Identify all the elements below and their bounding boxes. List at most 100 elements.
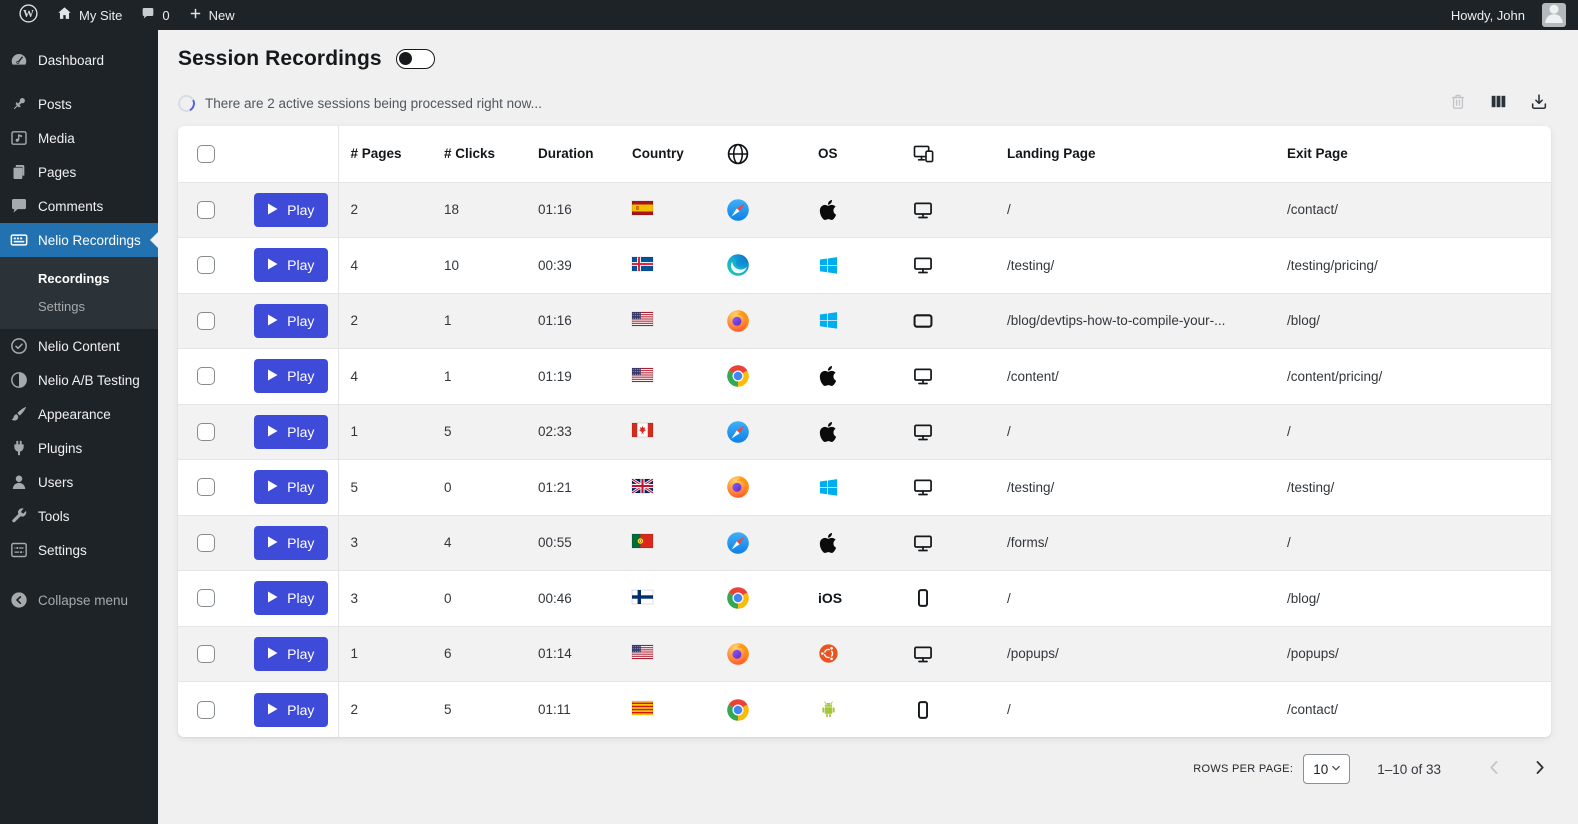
clicks-cell: 10 bbox=[444, 257, 460, 273]
row-checkbox[interactable] bbox=[197, 256, 215, 275]
clicks-cell: 5 bbox=[444, 424, 452, 440]
landing-page-cell: / bbox=[1007, 202, 1011, 218]
sidebar-item-label: Settings bbox=[38, 542, 87, 558]
row-checkbox[interactable] bbox=[197, 200, 215, 219]
duration-cell: 01:14 bbox=[538, 646, 572, 662]
columns-button[interactable] bbox=[1487, 90, 1510, 116]
row-checkbox[interactable] bbox=[197, 422, 215, 441]
play-button[interactable]: Play bbox=[253, 470, 328, 505]
duration-cell: 01:19 bbox=[538, 368, 572, 384]
sidebar-item-label: Tools bbox=[38, 508, 70, 524]
comments-counter[interactable]: 0 bbox=[131, 0, 178, 30]
pages-cell: 2 bbox=[350, 702, 359, 717]
sidebar-submenu: Recordings Settings bbox=[0, 257, 158, 329]
country-cell bbox=[620, 182, 714, 238]
column-header-clicks[interactable]: # Clicks bbox=[432, 126, 526, 182]
sidebar-item-comments[interactable]: Comments bbox=[0, 189, 158, 223]
play-button[interactable]: Play bbox=[253, 581, 328, 616]
avatar[interactable] bbox=[1542, 3, 1566, 27]
clicks-cell: 4 bbox=[444, 535, 452, 551]
pages-cell: 1 bbox=[350, 424, 359, 440]
toggle-knob bbox=[398, 51, 413, 66]
sidebar-item-nelio-content[interactable]: Nelio Content bbox=[0, 329, 158, 363]
row-checkbox[interactable] bbox=[197, 367, 215, 386]
exit-page-cell: / bbox=[1287, 424, 1291, 440]
sidebar-item-nelio-ab-testing[interactable]: Nelio A/B Testing bbox=[0, 363, 158, 397]
download-button[interactable] bbox=[1527, 90, 1551, 117]
os-cell bbox=[806, 238, 900, 294]
sidebar-item-pages[interactable]: Pages bbox=[0, 155, 158, 189]
wordpress-logo-icon[interactable]: W bbox=[10, 0, 47, 30]
row-checkbox[interactable] bbox=[197, 533, 215, 552]
recordings-icon bbox=[9, 230, 29, 250]
column-header-pages[interactable]: # Pages bbox=[338, 126, 432, 182]
pages-icon bbox=[9, 162, 29, 182]
country-cell bbox=[620, 238, 714, 294]
play-button[interactable]: Play bbox=[253, 525, 328, 560]
column-header-country[interactable]: Country bbox=[620, 126, 714, 182]
play-icon bbox=[267, 646, 278, 662]
processing-spinner-icon bbox=[175, 92, 198, 114]
column-header-os[interactable]: OS bbox=[806, 126, 900, 182]
sidebar-item-dashboard[interactable]: Dashboard bbox=[0, 43, 158, 77]
os-android-icon bbox=[818, 699, 900, 720]
os-macos-icon bbox=[818, 421, 900, 442]
play-button[interactable]: Play bbox=[253, 303, 328, 338]
clicks-cell: 0 bbox=[444, 590, 452, 606]
row-checkbox[interactable] bbox=[197, 700, 215, 719]
play-button[interactable]: Play bbox=[253, 414, 328, 449]
trash-button[interactable] bbox=[1446, 90, 1470, 117]
next-page-button[interactable] bbox=[1528, 756, 1551, 782]
previous-page-button[interactable] bbox=[1483, 756, 1506, 782]
country-cell bbox=[620, 293, 714, 349]
country-cell bbox=[620, 571, 714, 627]
pages-cell: 2 bbox=[350, 313, 359, 329]
country-cell bbox=[620, 626, 714, 682]
select-all-checkbox[interactable] bbox=[197, 144, 215, 163]
appearance-icon bbox=[9, 404, 29, 424]
howdy-account-link[interactable]: Howdy, John bbox=[1442, 0, 1534, 30]
column-header-duration[interactable]: Duration bbox=[526, 126, 620, 182]
row-checkbox[interactable] bbox=[197, 311, 215, 330]
column-header-exit[interactable]: Exit Page bbox=[1275, 126, 1551, 182]
sidebar-item-label: Pages bbox=[38, 164, 77, 180]
submenu-item-settings[interactable]: Settings bbox=[0, 292, 158, 320]
browser-chrome-icon bbox=[726, 586, 806, 610]
pages-cell: 4 bbox=[350, 368, 359, 384]
recordings-toggle[interactable] bbox=[395, 49, 435, 69]
row-checkbox[interactable] bbox=[197, 589, 215, 608]
sidebar-item-posts[interactable]: Posts bbox=[0, 87, 158, 121]
my-site-link[interactable]: My Site bbox=[47, 0, 131, 30]
duration-cell: 02:33 bbox=[538, 424, 572, 440]
column-header-landing[interactable]: Landing Page bbox=[995, 126, 1275, 182]
active-sessions-notice: There are 2 active sessions being proces… bbox=[205, 95, 542, 111]
sidebar-item-plugins[interactable]: Plugins bbox=[0, 431, 158, 465]
device-desktop-icon bbox=[912, 199, 995, 221]
row-checkbox[interactable] bbox=[197, 478, 215, 497]
play-button[interactable]: Play bbox=[253, 692, 328, 727]
sidebar-item-users[interactable]: Users bbox=[0, 465, 158, 499]
flag-pt-icon bbox=[632, 534, 653, 549]
sidebar-item-nelio-recordings[interactable]: Nelio Recordings bbox=[0, 223, 158, 257]
play-button[interactable]: Play bbox=[253, 636, 328, 671]
sidebar-item-appearance[interactable]: Appearance bbox=[0, 397, 158, 431]
play-button[interactable]: Play bbox=[253, 359, 328, 394]
table-row: Play 2 1 01:16/blog/devtips-how-to-compile-… bbox=[178, 293, 1551, 349]
play-button[interactable]: Play bbox=[253, 192, 328, 227]
sidebar-item-label: Dashboard bbox=[38, 52, 105, 68]
os-windows-icon bbox=[818, 310, 900, 331]
sidebar-item-settings[interactable]: Settings bbox=[0, 533, 158, 567]
rows-per-page-select[interactable]: 10 bbox=[1303, 754, 1351, 784]
sidebar-item-media[interactable]: Media bbox=[0, 121, 158, 155]
new-content-button[interactable]: New bbox=[179, 0, 244, 30]
row-checkbox[interactable] bbox=[197, 644, 215, 663]
collapse-menu-button[interactable]: Collapse menu bbox=[0, 583, 158, 617]
submenu-item-recordings[interactable]: Recordings bbox=[0, 264, 158, 292]
os-cell bbox=[806, 626, 900, 682]
browser-cell bbox=[714, 626, 806, 682]
device-desktop-icon bbox=[912, 254, 995, 276]
sidebar-item-tools[interactable]: Tools bbox=[0, 499, 158, 533]
play-button[interactable]: Play bbox=[253, 248, 328, 283]
exit-page-cell: /blog/ bbox=[1287, 313, 1321, 329]
device-desktop-icon bbox=[912, 421, 995, 443]
